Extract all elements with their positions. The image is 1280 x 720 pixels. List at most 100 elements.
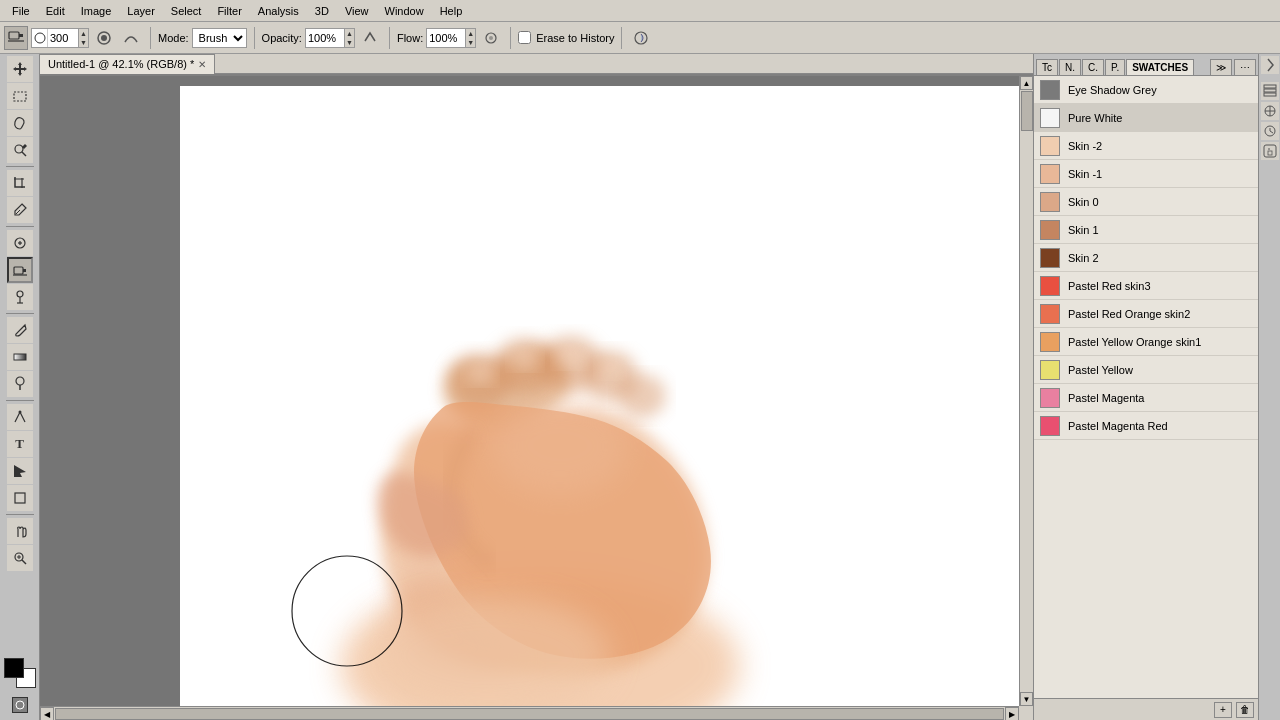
info-panel-btn[interactable] — [1261, 142, 1279, 160]
mode-select[interactable]: Brush — [192, 28, 247, 48]
document-tab[interactable]: Untitled-1 @ 42.1% (RGB/8) * ✕ — [40, 54, 215, 74]
swatch-color-pastel-red-skin3 — [1040, 276, 1060, 296]
menu-image[interactable]: Image — [73, 3, 120, 19]
tab-nav[interactable]: N. — [1059, 59, 1081, 75]
airbrush-btn[interactable] — [479, 26, 503, 50]
menu-analysis[interactable]: Analysis — [250, 3, 307, 19]
brush-size-input[interactable] — [48, 29, 78, 47]
menu-view[interactable]: View — [337, 3, 377, 19]
move-tool[interactable] — [7, 56, 33, 82]
menu-edit[interactable]: Edit — [38, 3, 73, 19]
swatches-list[interactable]: Eye Shadow Grey Pure White Skin -2 Skin … — [1034, 76, 1258, 698]
history-panel-btn[interactable] — [1261, 122, 1279, 140]
swatch-skin-minus-2[interactable]: Skin -2 — [1034, 132, 1258, 160]
marquee-tool[interactable] — [7, 83, 33, 109]
scroll-down-arrow[interactable]: ▼ — [1020, 692, 1033, 706]
erase-to-history-checkbox[interactable] — [518, 31, 531, 44]
menu-3d[interactable]: 3D — [307, 3, 337, 19]
crop-tool[interactable] — [7, 170, 33, 196]
zoom-tool[interactable] — [7, 545, 33, 571]
svg-point-31 — [16, 701, 24, 709]
quick-select-tool[interactable] — [7, 137, 33, 163]
hand-tool[interactable] — [7, 518, 33, 544]
brush-options[interactable] — [119, 26, 143, 50]
tab-tc[interactable]: Tc — [1036, 59, 1058, 75]
swatch-name-pastel-red-orange-skin2: Pastel Red Orange skin2 — [1068, 308, 1190, 320]
swatch-pastel-yellow[interactable]: Pastel Yellow — [1034, 356, 1258, 384]
brush-tool-icon[interactable] — [4, 26, 28, 50]
wet-edges-btn[interactable] — [629, 26, 653, 50]
delete-swatch-btn[interactable]: 🗑 — [1236, 702, 1254, 718]
brush-size-up[interactable]: ▲ — [78, 29, 88, 38]
canvas-container[interactable] — [40, 76, 1019, 706]
color-swatches[interactable] — [2, 643, 38, 693]
tab-color[interactable]: C. — [1082, 59, 1104, 75]
vertical-scrollbar[interactable]: ▲ ▼ — [1019, 76, 1033, 706]
flow-group: ▲ ▼ — [426, 28, 476, 48]
clone-stamp-tool[interactable] — [7, 284, 33, 310]
canvas-document[interactable] — [180, 86, 1019, 706]
swatch-pastel-yellow-orange-skin1[interactable]: Pastel Yellow Orange skin1 — [1034, 328, 1258, 356]
flow-down[interactable]: ▼ — [465, 38, 475, 47]
scroll-up-arrow[interactable]: ▲ — [1020, 76, 1033, 90]
path-select-tool[interactable] — [7, 458, 33, 484]
swatch-skin-minus-1[interactable]: Skin -1 — [1034, 160, 1258, 188]
expand-panels-btn[interactable] — [1261, 56, 1279, 74]
swatch-skin-1[interactable]: Skin 1 — [1034, 216, 1258, 244]
dodge-tool[interactable] — [7, 371, 33, 397]
menu-layer[interactable]: Layer — [119, 3, 163, 19]
opacity-down[interactable]: ▼ — [344, 38, 354, 47]
new-swatch-btn[interactable]: + — [1214, 702, 1232, 718]
adjustments-panel-btn[interactable] — [1261, 102, 1279, 120]
swatch-pure-white[interactable]: Pure White — [1034, 104, 1258, 132]
menu-window[interactable]: Window — [377, 3, 432, 19]
opacity-group: ▲ ▼ — [305, 28, 355, 48]
tab-swatches[interactable]: SWATCHES — [1126, 59, 1194, 75]
swatch-pastel-red-orange-skin2[interactable]: Pastel Red Orange skin2 — [1034, 300, 1258, 328]
menu-help[interactable]: Help — [432, 3, 471, 19]
flow-up[interactable]: ▲ — [465, 29, 475, 38]
svg-point-37 — [618, 374, 666, 418]
healing-brush-tool[interactable] — [7, 230, 33, 256]
gradient-tool[interactable] — [7, 344, 33, 370]
opacity-up[interactable]: ▲ — [344, 29, 354, 38]
menu-filter[interactable]: Filter — [209, 3, 249, 19]
eyedropper-tool[interactable] — [7, 197, 33, 223]
swatch-pastel-magenta-red[interactable]: Pastel Magenta Red — [1034, 412, 1258, 440]
tab-expand[interactable]: ≫ — [1210, 59, 1232, 75]
tool-sep1 — [6, 166, 34, 167]
swatch-eye-shadow-grey[interactable]: Eye Shadow Grey — [1034, 76, 1258, 104]
brush-size-down[interactable]: ▼ — [78, 38, 88, 47]
swatch-pastel-red-skin3[interactable]: Pastel Red skin3 — [1034, 272, 1258, 300]
opacity-input[interactable] — [306, 29, 344, 47]
lasso-tool[interactable] — [7, 110, 33, 136]
eraser-tool[interactable] — [7, 257, 33, 283]
swatch-name-skin-0: Skin 0 — [1068, 196, 1099, 208]
swatch-skin-2[interactable]: Skin 2 — [1034, 244, 1258, 272]
menu-select[interactable]: Select — [163, 3, 210, 19]
svg-point-3 — [35, 33, 45, 43]
scroll-right-arrow[interactable]: ▶ — [1005, 707, 1019, 720]
scroll-left-arrow[interactable]: ◀ — [40, 707, 54, 720]
scroll-thumb-v[interactable] — [1021, 91, 1033, 131]
flow-input[interactable] — [427, 29, 465, 47]
foreground-color-swatch[interactable] — [4, 658, 24, 678]
opacity-pressure[interactable] — [358, 26, 382, 50]
pen-tool[interactable] — [7, 404, 33, 430]
document-tab-close[interactable]: ✕ — [198, 59, 206, 70]
scroll-thumb-h[interactable] — [55, 708, 1004, 720]
tab-paths[interactable]: P. — [1105, 59, 1125, 75]
swatch-skin-0[interactable]: Skin 0 — [1034, 188, 1258, 216]
swatch-pastel-magenta[interactable]: Pastel Magenta — [1034, 384, 1258, 412]
tablet-pressure-opacity[interactable] — [92, 26, 116, 50]
tool-sep3 — [6, 313, 34, 314]
layers-panel-btn[interactable] — [1261, 82, 1279, 100]
horizontal-scrollbar[interactable]: ◀ ▶ — [40, 706, 1019, 720]
tab-more[interactable]: ⋯ — [1234, 59, 1256, 75]
menu-file[interactable]: File — [4, 3, 38, 19]
type-tool[interactable]: T — [7, 431, 33, 457]
quick-mask-btn[interactable] — [12, 697, 28, 713]
swatches-panel: Eye Shadow Grey Pure White Skin -2 Skin … — [1034, 76, 1258, 720]
brush-tool[interactable] — [7, 317, 33, 343]
shape-tool[interactable] — [7, 485, 33, 511]
